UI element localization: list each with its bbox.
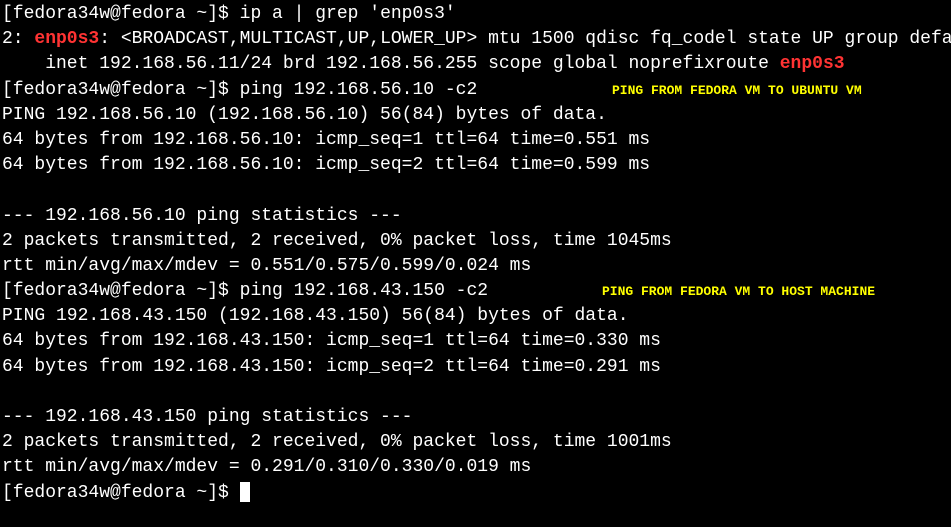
terminal-line: [fedora34w@fedora ~]$ ping 192.168.43.15… [2, 279, 949, 304]
terminal-output: --- 192.168.56.10 ping statistics --- [2, 204, 949, 229]
output-text: 2: [2, 29, 34, 49]
annotation-label: PING FROM FEDORA VM TO HOST MACHINE [602, 283, 875, 301]
terminal-output [2, 178, 949, 203]
command-text: ip a | grep 'enp0s3' [240, 4, 456, 24]
terminal-output: PING 192.168.43.150 (192.168.43.150) 56(… [2, 304, 949, 329]
output-text: : <BROADCAST,MULTICAST,UP,LOWER_UP> mtu … [99, 29, 951, 49]
terminal-output: 2 packets transmitted, 2 received, 0% pa… [2, 430, 949, 455]
interface-highlight: enp0s3 [780, 54, 845, 74]
terminal-output: 64 bytes from 192.168.43.150: icmp_seq=2… [2, 355, 949, 380]
cursor [240, 482, 250, 502]
command-text: ping 192.168.56.10 -c2 [240, 80, 478, 100]
shell-prompt: [fedora34w@fedora ~]$ [2, 80, 240, 100]
terminal-line: [fedora34w@fedora ~]$ ip a | grep 'enp0s… [2, 2, 949, 27]
terminal-output: 2: enp0s3: <BROADCAST,MULTICAST,UP,LOWER… [2, 27, 949, 52]
shell-prompt: [fedora34w@fedora ~]$ [2, 4, 240, 24]
terminal-line[interactable]: [fedora34w@fedora ~]$ [2, 481, 949, 506]
command-text: ping 192.168.43.150 -c2 [240, 281, 488, 301]
terminal-output: 64 bytes from 192.168.56.10: icmp_seq=1 … [2, 128, 949, 153]
shell-prompt: [fedora34w@fedora ~]$ [2, 483, 240, 503]
annotation-label: PING FROM FEDORA VM TO UBUNTU VM [612, 82, 862, 100]
shell-prompt: [fedora34w@fedora ~]$ [2, 281, 240, 301]
terminal-output: 2 packets transmitted, 2 received, 0% pa… [2, 229, 949, 254]
terminal-output: PING 192.168.56.10 (192.168.56.10) 56(84… [2, 103, 949, 128]
terminal-output: 64 bytes from 192.168.56.10: icmp_seq=2 … [2, 153, 949, 178]
terminal-output: 64 bytes from 192.168.43.150: icmp_seq=1… [2, 329, 949, 354]
terminal-output: --- 192.168.43.150 ping statistics --- [2, 405, 949, 430]
interface-highlight: enp0s3 [34, 29, 99, 49]
terminal-output [2, 380, 949, 405]
terminal-output: inet 192.168.56.11/24 brd 192.168.56.255… [2, 52, 949, 77]
terminal-output: rtt min/avg/max/mdev = 0.551/0.575/0.599… [2, 254, 949, 279]
terminal-output: rtt min/avg/max/mdev = 0.291/0.310/0.330… [2, 455, 949, 480]
terminal-line: [fedora34w@fedora ~]$ ping 192.168.56.10… [2, 78, 949, 103]
output-text: inet 192.168.56.11/24 brd 192.168.56.255… [2, 54, 780, 74]
